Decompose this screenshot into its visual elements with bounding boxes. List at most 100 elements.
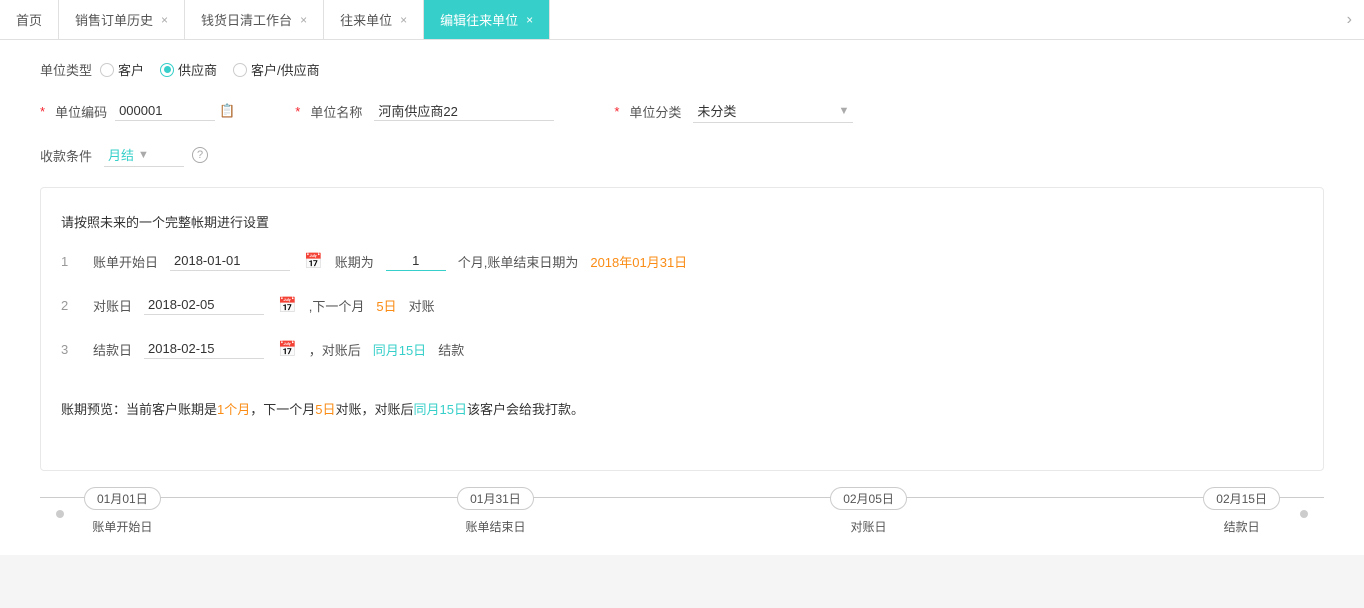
timeline-node-3-bubble: 02月05日 [830, 487, 907, 510]
period-row-3: 3 结款日 📅 ，对账后 同月15日 结款 [61, 339, 1303, 359]
unit-info-row: * 单位编码 📋 * 单位名称 * 单位分类 未分类 ▼ [40, 99, 1324, 123]
payment-terms-arrow: ▼ [138, 149, 149, 161]
unit-name-input[interactable] [374, 101, 554, 121]
period-row-2-label: 对账日 [93, 296, 132, 315]
timeline-node-3: 02月05日 对账日 [830, 487, 907, 535]
unit-category-label: 单位分类 [629, 102, 681, 121]
preview-text3: 该客户会给我打款。 [467, 402, 584, 417]
tab-edit-partner-close[interactable]: × [526, 13, 533, 27]
timeline-node-2-label: 账单结束日 [465, 518, 525, 535]
period-row-2-calendar-icon[interactable]: 📅 [278, 296, 297, 314]
tab-edit-partner[interactable]: 编辑往来单位 × [424, 0, 550, 39]
unit-code-input[interactable] [115, 101, 215, 121]
unit-category-star: * [614, 104, 619, 119]
radio-customer-circle [100, 63, 114, 77]
timeline-node-4-bubble: 02月15日 [1203, 487, 1280, 510]
payment-terms-select[interactable]: 月结 ▼ [104, 143, 184, 167]
timeline-nodes: 01月01日 账单开始日 01月31日 账单结束日 02月05日 对账日 02月… [64, 487, 1300, 535]
period-row-3-date[interactable] [144, 339, 264, 359]
period-row-3-num: 3 [61, 342, 81, 357]
timeline-start-dot [56, 510, 64, 518]
unit-name-field: * 单位名称 [295, 101, 554, 121]
preview-highlight1: 1个月 [217, 402, 250, 417]
tab-cash-work[interactable]: 钱货日清工作台 × [185, 0, 324, 39]
preview-prefix: 账期预览：当前客户账期是 [61, 402, 217, 417]
period-row-1: 1 账单开始日 📅 账期为 个月,账单结束日期为 2018年01月31日 [61, 251, 1303, 271]
tab-sales-history-label: 销售订单历史 [75, 10, 153, 29]
timeline-node-1-label: 账单开始日 [92, 518, 152, 535]
timeline-node-3-label: 对账日 [851, 518, 887, 535]
payment-terms-field: 收款条件 月结 ▼ ? [40, 143, 208, 167]
period-row-3-label: 结款日 [93, 340, 132, 359]
tab-cash-work-close[interactable]: × [300, 13, 307, 27]
period-row-1-label: 账单开始日 [93, 252, 158, 271]
unit-category-field: * 单位分类 未分类 ▼ [614, 99, 853, 123]
unit-code-picker-icon[interactable]: 📋 [219, 103, 235, 119]
period-row-2-num: 2 [61, 298, 81, 313]
period-row-2-suffix: 对账 [409, 296, 435, 315]
tab-home-label: 首页 [16, 10, 42, 29]
period-row-1-suffix: 账期为 [335, 252, 374, 271]
unit-code-field: * 单位编码 📋 [40, 101, 235, 121]
tab-edit-partner-label: 编辑往来单位 [440, 10, 518, 29]
tab-cash-work-label: 钱货日清工作台 [201, 10, 292, 29]
main-content: 单位类型 客户 供应商 客户/供应商 * 单位编码 [0, 40, 1364, 555]
period-box-title: 请按照未来的一个完整帐期进行设置 [61, 212, 1303, 231]
unit-type-label: 单位类型 [40, 60, 92, 79]
tabs-bar: 首页 销售订单历史 × 钱货日清工作台 × 往来单位 × 编辑往来单位 × › [0, 0, 1364, 40]
preview-section: 账期预览：当前客户账期是1个月，下一个月5日对账，对账后同月15日该客户会给我打… [61, 383, 1303, 418]
radio-customer[interactable]: 客户 [100, 60, 144, 79]
timeline-end-dot [1300, 510, 1308, 518]
radio-customer-supplier-circle [233, 63, 247, 77]
period-row-1-date[interactable] [170, 251, 290, 271]
unit-code-label: 单位编码 [55, 102, 107, 121]
timeline-node-4: 02月15日 结款日 [1203, 487, 1280, 535]
tab-sales-history-close[interactable]: × [161, 13, 168, 27]
period-row-3-suffix: 结款 [438, 340, 464, 359]
period-row-2-highlight: 5日 [376, 296, 396, 315]
timeline-node-1: 01月01日 账单开始日 [84, 487, 161, 535]
period-row-1-end-date: 2018年01月31日 [590, 252, 687, 271]
period-row-1-num: 1 [61, 254, 81, 269]
unit-name-label: 单位名称 [310, 102, 362, 121]
tabs-expand-button[interactable]: › [1335, 11, 1364, 29]
tab-partner[interactable]: 往来单位 × [324, 0, 424, 39]
radio-supplier-circle [160, 63, 174, 77]
period-row-1-month-unit: 个月,账单结束日期为 [458, 252, 579, 271]
tab-home[interactable]: 首页 [0, 0, 59, 39]
tab-partner-close[interactable]: × [400, 13, 407, 27]
unit-category-value: 未分类 [697, 101, 736, 120]
payment-terms-label: 收款条件 [40, 146, 92, 165]
unit-category-select[interactable]: 未分类 ▼ [693, 99, 853, 123]
preview-text1: ，下一个月 [250, 402, 315, 417]
period-row-2: 2 对账日 📅 ,下一个月 5日 对账 [61, 295, 1303, 315]
unit-type-radio-group: 客户 供应商 客户/供应商 [100, 60, 320, 79]
preview-highlight2: 5日 [315, 402, 335, 417]
timeline-node-4-label: 结款日 [1224, 518, 1260, 535]
period-settings-box: 请按照未来的一个完整帐期进行设置 1 账单开始日 📅 账期为 个月,账单结束日期… [40, 187, 1324, 471]
unit-type-row: 单位类型 客户 供应商 客户/供应商 [40, 60, 1324, 79]
period-row-3-highlight: 同月15日 [373, 340, 426, 359]
period-row-3-calendar-icon[interactable]: 📅 [278, 340, 297, 358]
period-row-1-calendar-icon[interactable]: 📅 [304, 252, 323, 270]
period-row-2-date[interactable] [144, 295, 264, 315]
unit-category-arrow: ▼ [839, 105, 850, 117]
period-row-2-prefix: ,下一个月 [309, 296, 365, 315]
payment-terms-value: 月结 [108, 145, 134, 164]
radio-customer-supplier-label: 客户/供应商 [251, 60, 320, 79]
preview-highlight3: 同月15日 [414, 402, 467, 417]
timeline-node-2: 01月31日 账单结束日 [457, 487, 534, 535]
radio-supplier[interactable]: 供应商 [160, 60, 217, 79]
preview-text: 账期预览：当前客户账期是1个月，下一个月5日对账，对账后同月15日该客户会给我打… [61, 399, 1303, 418]
timeline-node-1-bubble: 01月01日 [84, 487, 161, 510]
radio-supplier-label: 供应商 [178, 60, 217, 79]
period-month-input[interactable] [386, 251, 446, 271]
unit-code-star: * [40, 104, 45, 119]
tab-partner-label: 往来单位 [340, 10, 392, 29]
payment-terms-help-icon[interactable]: ? [192, 147, 208, 163]
unit-code-input-wrap: 📋 [115, 101, 235, 121]
unit-name-star: * [295, 104, 300, 119]
tab-sales-history[interactable]: 销售订单历史 × [59, 0, 185, 39]
radio-customer-supplier[interactable]: 客户/供应商 [233, 60, 320, 79]
unit-type-field: 单位类型 客户 供应商 客户/供应商 [40, 60, 320, 79]
